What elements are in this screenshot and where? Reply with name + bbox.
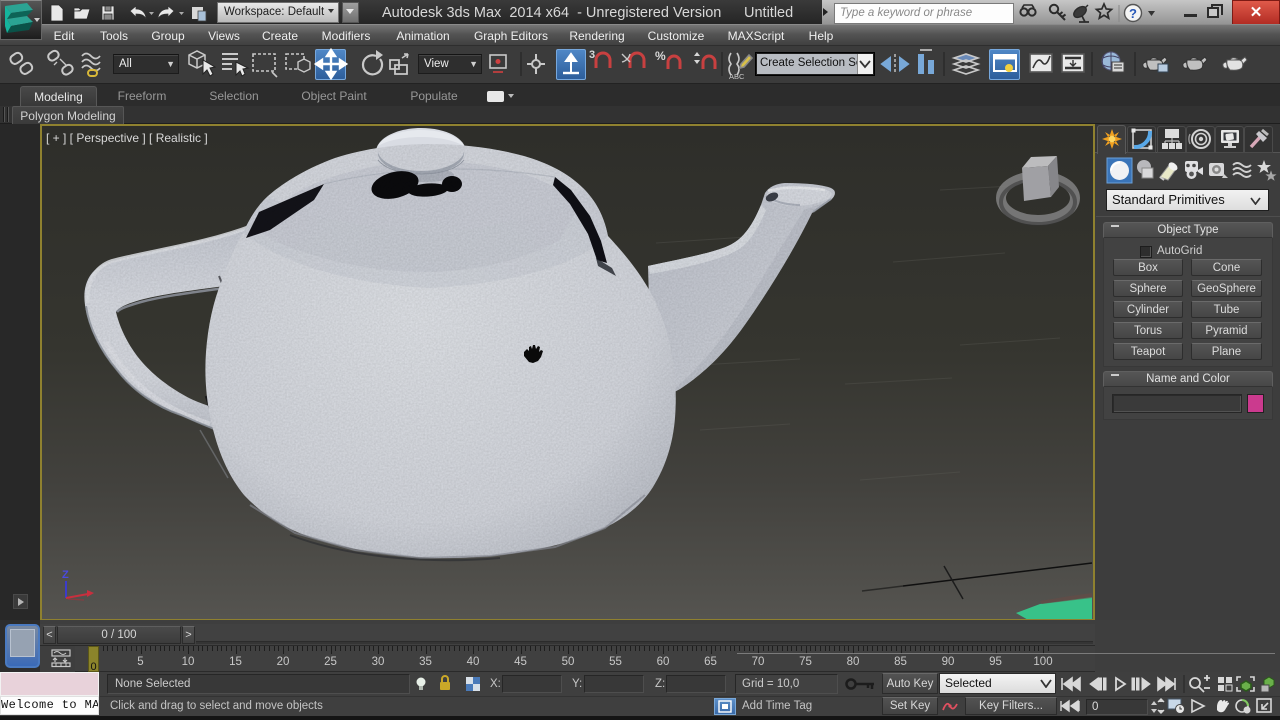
svg-text:%: % — [655, 49, 666, 63]
svg-text:ABC: ABC — [729, 72, 745, 81]
svg-text:Z: Z — [62, 569, 69, 581]
svg-text:?: ? — [1129, 6, 1137, 21]
svg-text:3: 3 — [589, 49, 595, 61]
